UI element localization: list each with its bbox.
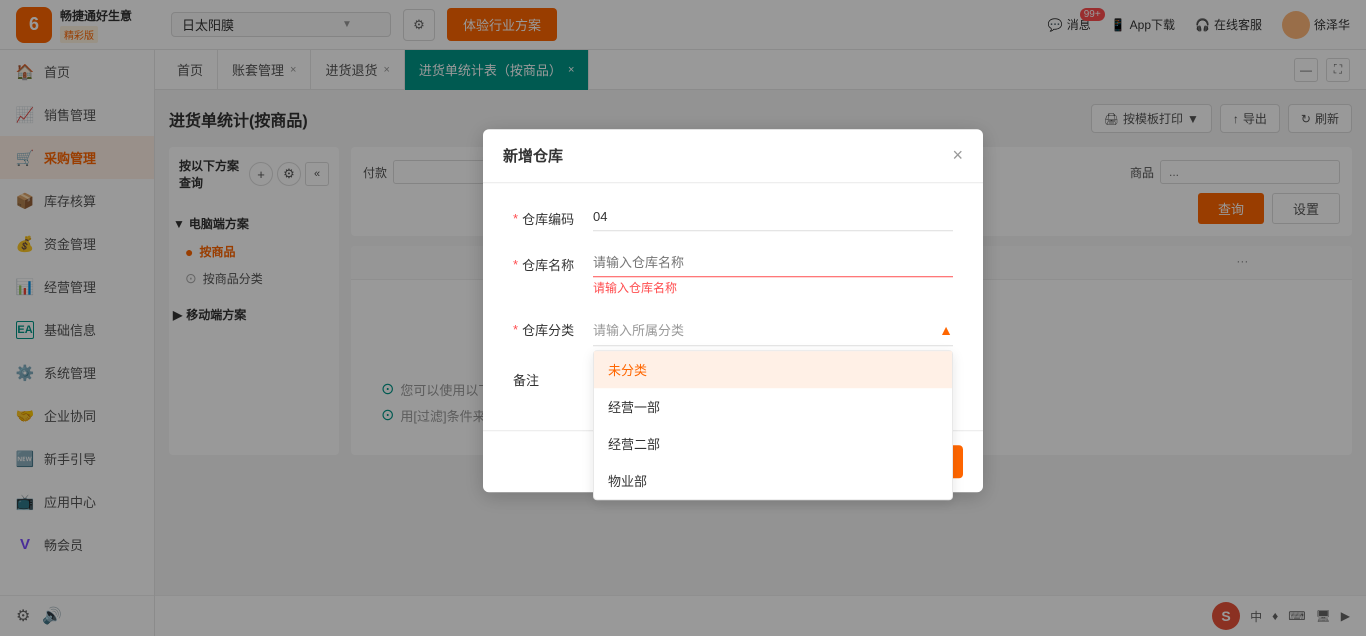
- form-label-remark: 备注: [513, 364, 593, 389]
- category-arrow-icon: ▲: [939, 322, 953, 338]
- dropdown-item-dept1[interactable]: 经营一部: [594, 388, 952, 425]
- category-dropdown: 未分类 经营一部 经营二部 物业部: [593, 350, 953, 500]
- form-control-category[interactable]: 请输入所属分类 ▲ 未分类 经营一部 经营二部 物业部: [593, 314, 953, 346]
- modal-header: 新增仓库 ×: [483, 129, 983, 183]
- warehouse-code-input[interactable]: [593, 203, 953, 231]
- new-warehouse-modal: 新增仓库 × * 仓库编码 * 仓库名称 请输入仓库名称: [483, 129, 983, 492]
- form-row-code: * 仓库编码: [513, 203, 953, 231]
- form-control-code: [593, 203, 953, 231]
- modal-close-button[interactable]: ×: [952, 145, 963, 166]
- form-row-category: * 仓库分类 请输入所属分类 ▲ 未分类 经营一部 经营二部 物业部: [513, 314, 953, 346]
- form-control-name: 请输入仓库名称: [593, 249, 953, 296]
- dropdown-item-dept2[interactable]: 经营二部: [594, 425, 952, 462]
- warehouse-name-input[interactable]: [593, 249, 953, 277]
- modal-title: 新增仓库: [503, 145, 563, 166]
- form-label-name: * 仓库名称: [513, 249, 593, 274]
- dropdown-item-uncategorized[interactable]: 未分类: [594, 351, 952, 388]
- form-row-name: * 仓库名称 请输入仓库名称: [513, 249, 953, 296]
- modal-body: * 仓库编码 * 仓库名称 请输入仓库名称 * 仓库分类: [483, 183, 983, 430]
- form-label-category: * 仓库分类: [513, 314, 593, 339]
- dropdown-item-dept3[interactable]: 物业部: [594, 462, 952, 499]
- form-label-code: * 仓库编码: [513, 203, 593, 228]
- warehouse-category-select[interactable]: 请输入所属分类 ▲: [593, 314, 953, 346]
- warehouse-name-error: 请输入仓库名称: [593, 279, 953, 296]
